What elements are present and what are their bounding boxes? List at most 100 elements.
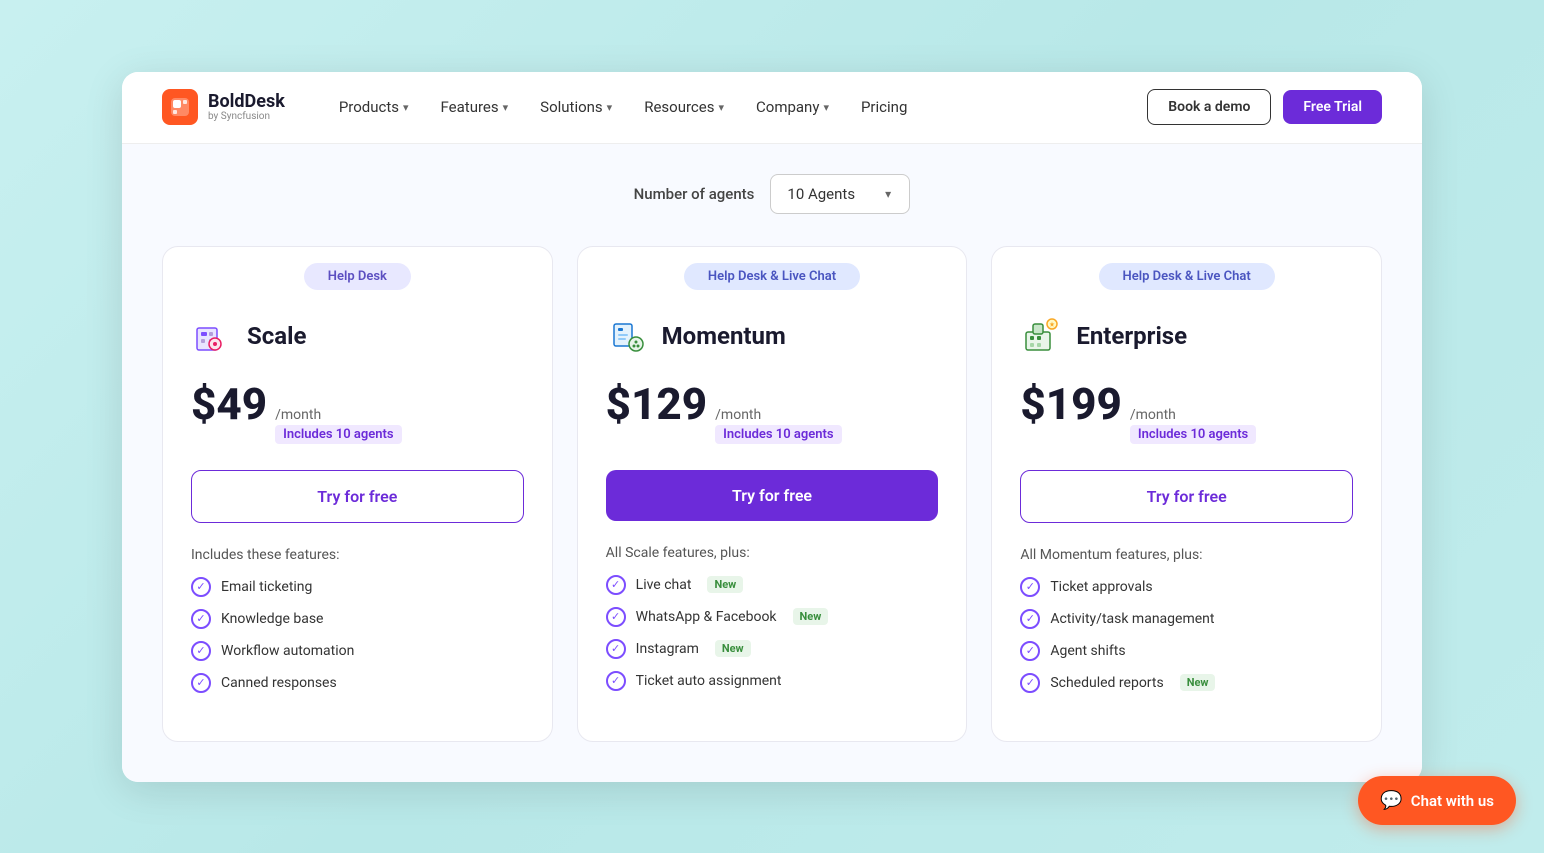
book-demo-button[interactable]: Book a demo xyxy=(1147,89,1271,125)
nav-actions: Book a demo Free Trial xyxy=(1147,89,1382,125)
nav-item-company[interactable]: Company ▾ xyxy=(742,90,843,124)
plan-header-momentum: Momentum xyxy=(606,314,939,358)
scale-plan-icon xyxy=(191,314,235,358)
plan-name-enterprise: Enterprise xyxy=(1076,322,1187,350)
price-period-scale: /month xyxy=(275,407,401,423)
feature-label: Ticket approvals xyxy=(1050,579,1152,595)
features-title-enterprise: All Momentum features, plus: xyxy=(1020,547,1353,563)
new-badge: New xyxy=(707,576,743,593)
card-body-scale: Scale $49 /month Includes 10 agents Try … xyxy=(163,290,552,717)
plan-name-momentum: Momentum xyxy=(662,322,786,350)
features-title-scale: Includes these features: xyxy=(191,547,524,563)
agents-selector: Number of agents 10 Agents ▾ xyxy=(162,174,1382,214)
check-icon: ✓ xyxy=(606,607,626,627)
list-item: ✓ Instagram New xyxy=(606,639,939,659)
try-button-enterprise[interactable]: Try for free xyxy=(1020,470,1353,523)
new-badge: New xyxy=(715,640,751,657)
price-meta-scale: /month Includes 10 agents xyxy=(275,407,401,450)
nav-item-solutions[interactable]: Solutions ▾ xyxy=(526,90,626,124)
chevron-down-icon: ▾ xyxy=(607,101,613,114)
chat-button[interactable]: 💬 Chat with us xyxy=(1358,776,1516,825)
check-icon: ✓ xyxy=(1020,609,1040,629)
enterprise-plan-icon xyxy=(1020,314,1064,358)
chat-label: Chat with us xyxy=(1411,792,1494,810)
list-item: ✓ WhatsApp & Facebook New xyxy=(606,607,939,627)
plan-header-scale: Scale xyxy=(191,314,524,358)
list-item: ✓ Email ticketing xyxy=(191,577,524,597)
list-item: ✓ Ticket auto assignment xyxy=(606,671,939,691)
try-button-scale[interactable]: Try for free xyxy=(191,470,524,523)
check-icon: ✓ xyxy=(1020,673,1040,693)
feature-label: Activity/task management xyxy=(1050,611,1214,627)
logo-sub: by Syncfusion xyxy=(208,111,285,122)
check-icon: ✓ xyxy=(606,575,626,595)
feature-label: WhatsApp & Facebook xyxy=(636,609,777,625)
nav-item-features[interactable]: Features ▾ xyxy=(427,90,523,124)
feature-list-scale: ✓ Email ticketing ✓ Knowledge base ✓ Wor… xyxy=(191,577,524,693)
card-body-enterprise: Enterprise $199 /month Includes 10 agent… xyxy=(992,290,1381,717)
pricing-card-enterprise: Help Desk & Live Chat xyxy=(991,246,1382,742)
nav-links: Products ▾ Features ▾ Solutions ▾ Resour… xyxy=(325,90,1147,124)
feature-label: Knowledge base xyxy=(221,611,323,627)
card-body-momentum: Momentum $129 /month Includes 10 agents … xyxy=(578,290,967,715)
logo[interactable]: BoldDesk by Syncfusion xyxy=(162,89,285,125)
feature-list-momentum: ✓ Live chat New ✓ WhatsApp & Facebook Ne… xyxy=(606,575,939,691)
check-icon: ✓ xyxy=(1020,641,1040,661)
list-item: ✓ Ticket approvals xyxy=(1020,577,1353,597)
list-item: ✓ Workflow automation xyxy=(191,641,524,661)
price-includes-scale: Includes 10 agents xyxy=(275,425,401,444)
chevron-down-icon: ▾ xyxy=(823,101,829,114)
logo-icon xyxy=(162,89,198,125)
price-includes-enterprise: Includes 10 agents xyxy=(1130,425,1256,444)
price-amount-enterprise: $199 xyxy=(1020,378,1122,430)
main-content: Number of agents 10 Agents ▾ Help Desk xyxy=(122,144,1422,782)
list-item: ✓ Activity/task management xyxy=(1020,609,1353,629)
chevron-down-icon: ▾ xyxy=(403,101,409,114)
free-trial-button[interactable]: Free Trial xyxy=(1283,90,1382,124)
try-button-momentum[interactable]: Try for free xyxy=(606,470,939,521)
feature-label: Workflow automation xyxy=(221,643,354,659)
feature-list-enterprise: ✓ Ticket approvals ✓ Activity/task manag… xyxy=(1020,577,1353,693)
plan-header-enterprise: Enterprise xyxy=(1020,314,1353,358)
check-icon: ✓ xyxy=(191,673,211,693)
new-badge: New xyxy=(1180,674,1216,691)
agents-select[interactable]: 10 Agents ▾ xyxy=(770,174,910,214)
pricing-grid: Help Desk Scale xyxy=(162,246,1382,742)
logo-text: BoldDesk by Syncfusion xyxy=(208,92,285,123)
list-item: ✓ Canned responses xyxy=(191,673,524,693)
price-includes-momentum: Includes 10 agents xyxy=(715,425,841,444)
price-row-enterprise: $199 /month Includes 10 agents xyxy=(1020,378,1353,450)
feature-label: Agent shifts xyxy=(1050,643,1125,659)
logo-name: BoldDesk xyxy=(208,92,285,112)
price-meta-momentum: /month Includes 10 agents xyxy=(715,407,841,450)
price-amount-scale: $49 xyxy=(191,378,267,430)
chevron-down-icon: ▾ xyxy=(885,187,891,201)
browser-window: BoldDesk by Syncfusion Products ▾ Featur… xyxy=(122,72,1422,782)
list-item: ✓ Live chat New xyxy=(606,575,939,595)
list-item: ✓ Knowledge base xyxy=(191,609,524,629)
price-period-enterprise: /month xyxy=(1130,407,1256,423)
features-title-momentum: All Scale features, plus: xyxy=(606,545,939,561)
plan-badge-enterprise: Help Desk & Live Chat xyxy=(1099,263,1275,290)
list-item: ✓ Agent shifts xyxy=(1020,641,1353,661)
feature-label: Live chat xyxy=(636,577,692,593)
nav-item-pricing[interactable]: Pricing xyxy=(847,90,921,124)
nav-item-products[interactable]: Products ▾ xyxy=(325,90,423,124)
feature-label: Canned responses xyxy=(221,675,337,691)
check-icon: ✓ xyxy=(191,609,211,629)
check-icon: ✓ xyxy=(191,641,211,661)
price-row-momentum: $129 /month Includes 10 agents xyxy=(606,378,939,450)
agents-selected-value: 10 Agents xyxy=(787,185,855,203)
pricing-card-scale: Help Desk Scale xyxy=(162,246,553,742)
price-period-momentum: /month xyxy=(715,407,841,423)
nav-item-resources[interactable]: Resources ▾ xyxy=(630,90,738,124)
price-row-scale: $49 /month Includes 10 agents xyxy=(191,378,524,450)
check-icon: ✓ xyxy=(1020,577,1040,597)
price-amount-momentum: $129 xyxy=(606,378,708,430)
chevron-down-icon: ▾ xyxy=(503,101,509,114)
plan-badge-momentum: Help Desk & Live Chat xyxy=(684,263,860,290)
chat-icon: 💬 xyxy=(1380,790,1402,811)
feature-label: Email ticketing xyxy=(221,579,312,595)
price-meta-enterprise: /month Includes 10 agents xyxy=(1130,407,1256,450)
check-icon: ✓ xyxy=(606,671,626,691)
